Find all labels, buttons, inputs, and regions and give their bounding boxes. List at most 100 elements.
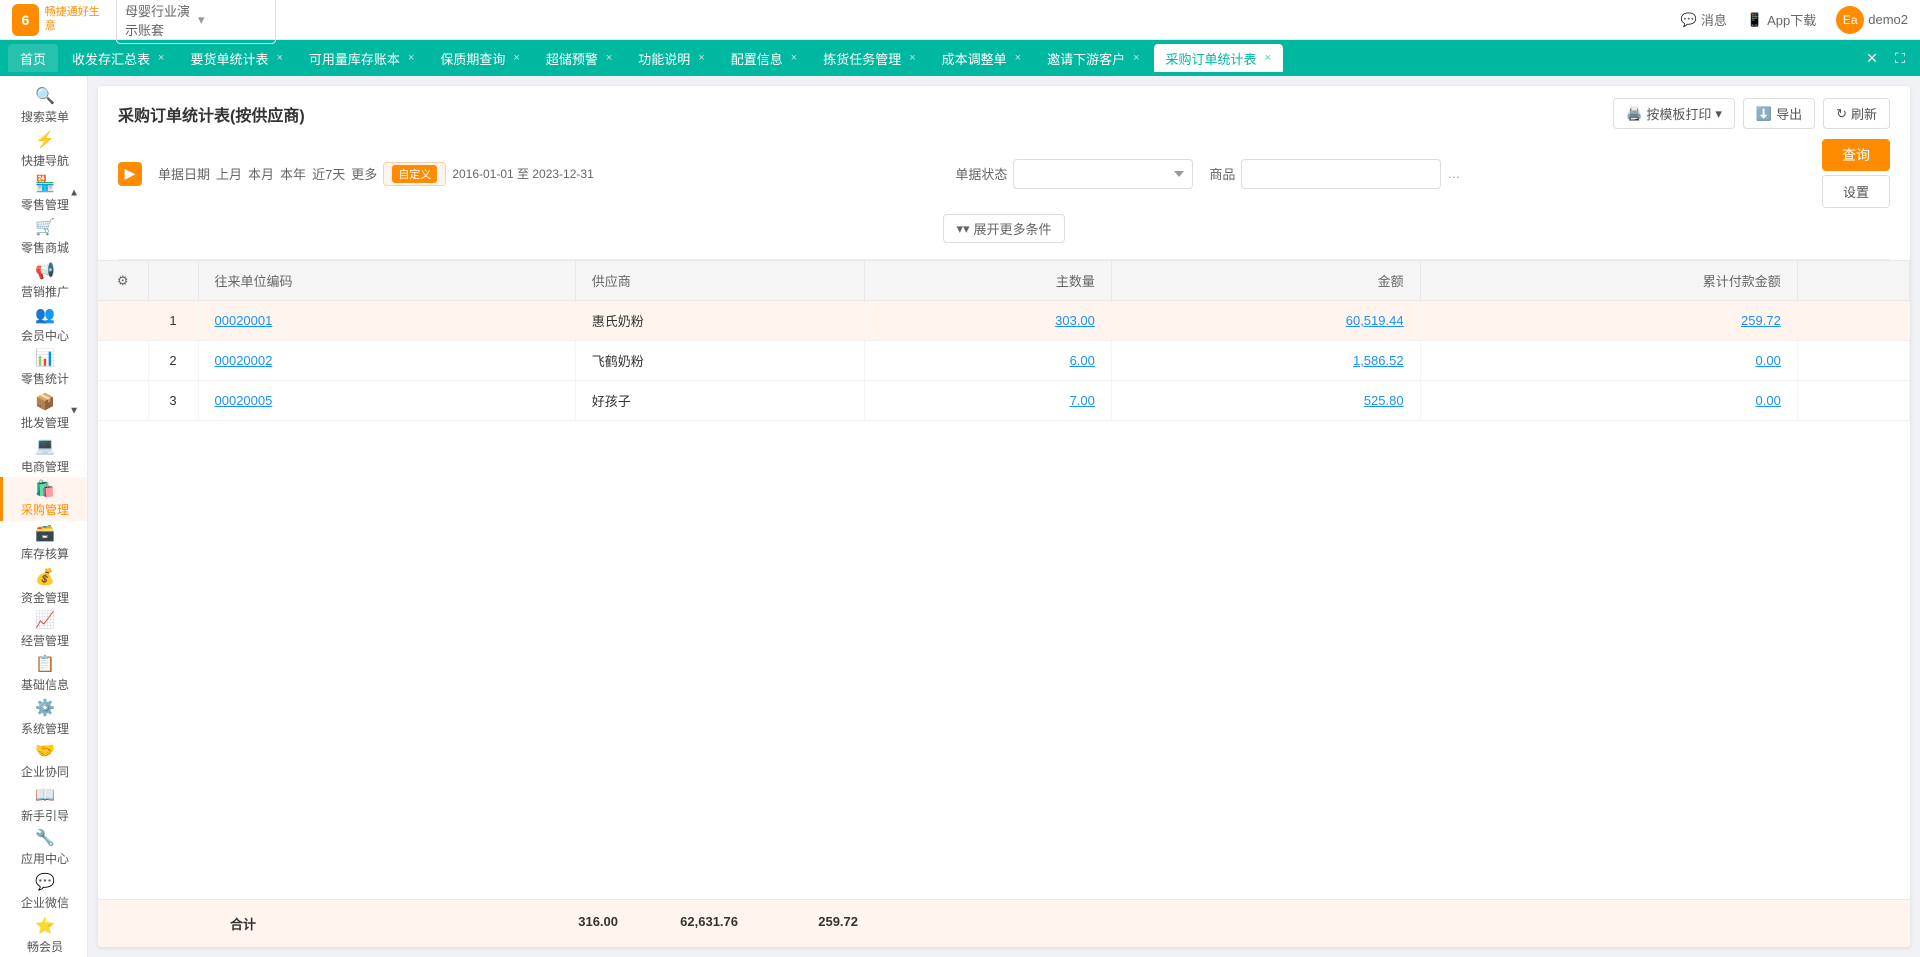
sidebar-item-operations[interactable]: 📈 经营管理 (0, 608, 87, 652)
tab-receive-summary[interactable]: 收发存汇总表 × (60, 44, 176, 72)
maximize-btn[interactable]: ⛶ (1888, 46, 1912, 70)
close-icon[interactable]: × (791, 52, 797, 64)
shortcut-last-month[interactable]: 上月 (216, 164, 242, 183)
export-icon: ⬇️ (1756, 106, 1772, 122)
sidebar-item-wholesale[interactable]: 📦 批发管理 ▼ (0, 390, 87, 434)
tab-invite-downstream[interactable]: 邀请下游客户 × (1035, 44, 1151, 72)
sidebar-item-collaboration[interactable]: 🤝 企业协同 (0, 739, 87, 783)
tab-purchase-stats[interactable]: 采购订单统计表 × (1154, 44, 1283, 72)
close-window-btn[interactable]: ✕ (1860, 46, 1884, 70)
expand-more-row: ▾▾ 展开更多条件 (118, 208, 1890, 249)
message-btn[interactable]: 💬 消息 (1681, 10, 1727, 29)
username-label: demo2 (1868, 12, 1908, 27)
sidebar-item-marketing[interactable]: 📢 营销推广 (0, 259, 87, 303)
row2-paid-link[interactable]: 0.00 (1756, 353, 1781, 368)
tab-config-label: 配置信息 (731, 49, 783, 68)
ellipsis-btn[interactable]: … (1447, 166, 1460, 181)
sidebar-item-ecommerce[interactable]: 💻 电商管理 (0, 433, 87, 477)
row1-amount-link[interactable]: 60,519.44 (1346, 313, 1404, 328)
footer-empty-2 (164, 910, 214, 937)
row2-qty-link[interactable]: 6.00 (1070, 353, 1095, 368)
close-icon[interactable]: × (1265, 52, 1271, 64)
tab-inventory[interactable]: 可用量库存账本 × (297, 44, 426, 72)
app-download-btn[interactable]: 📱 App下载 (1747, 10, 1816, 29)
shortcut-this-year[interactable]: 本年 (280, 164, 306, 183)
row3-paid-link[interactable]: 0.00 (1756, 393, 1781, 408)
row1-paid-link[interactable]: 259.72 (1741, 313, 1781, 328)
goods-input[interactable] (1241, 159, 1441, 189)
tab-cost-adjust[interactable]: 成本调整单 × (930, 44, 1033, 72)
close-icon[interactable]: × (158, 52, 164, 64)
sidebar-label-ecommerce: 电商管理 (21, 458, 69, 475)
tab-config[interactable]: 配置信息 × (719, 44, 809, 72)
shortcut-7days[interactable]: 近7天 (312, 164, 345, 183)
close-icon[interactable]: × (1133, 52, 1139, 64)
sidebar-item-quicknav[interactable]: ⚡ 快捷导航 (0, 128, 87, 172)
sidebar-item-wechat[interactable]: 💬 企业微信 (0, 870, 87, 914)
close-icon[interactable]: × (276, 52, 282, 64)
row3-qty: 7.00 (864, 381, 1111, 421)
chevron-down-icon: ▼ (69, 406, 79, 417)
table-footer: 合计 316.00 62,631.76 259.72 (98, 899, 1910, 947)
row3-amount-link[interactable]: 525.80 (1364, 393, 1404, 408)
vip-icon: ⭐ (35, 916, 55, 936)
row2-code-link[interactable]: 00020002 (215, 353, 273, 368)
sidebar-item-basic-info[interactable]: 📋 基础信息 (0, 652, 87, 696)
tab-help[interactable]: 功能说明 × (626, 44, 716, 72)
sidebar-item-app-center[interactable]: 🔧 应用中心 (0, 826, 87, 870)
ecommerce-icon: 💻 (35, 436, 55, 456)
row3-amount: 525.80 (1111, 381, 1420, 421)
sidebar-item-inventory[interactable]: 🗃️ 库存核算 (0, 521, 87, 565)
row3-qty-link[interactable]: 7.00 (1070, 393, 1095, 408)
app-logo: 6 (12, 4, 39, 36)
sidebar-item-retail[interactable]: 🏪 零售管理 ▲ (0, 171, 87, 215)
tab-overstock[interactable]: 超储预警 × (534, 44, 624, 72)
close-icon[interactable]: × (513, 52, 519, 64)
close-icon[interactable]: × (698, 52, 704, 64)
tab-home[interactable]: 首页 (8, 44, 58, 72)
sidebar-item-finance[interactable]: 💰 资金管理 (0, 564, 87, 608)
gear-icon[interactable]: ⚙ (117, 273, 129, 288)
sidebar-label-vip: 畅会员 (27, 938, 63, 955)
tab-pick-task-label: 拣货任务管理 (823, 49, 901, 68)
row1-qty-link[interactable]: 303.00 (1055, 313, 1095, 328)
tab-expiry[interactable]: 保质期查询 × (428, 44, 531, 72)
refresh-btn[interactable]: ↻ 刷新 (1823, 98, 1890, 129)
expand-icon: ▾▾ (956, 221, 969, 237)
sidebar-item-member[interactable]: 👥 会员中心 (0, 302, 87, 346)
row1-code-link[interactable]: 00020001 (215, 313, 273, 328)
sidebar-label-retail: 零售管理 (21, 196, 69, 213)
date-range-tag: 自定义 (383, 162, 446, 186)
close-icon[interactable]: × (1015, 52, 1021, 64)
expand-more-btn[interactable]: ▾▾ 展开更多条件 (943, 214, 1064, 243)
sidebar-item-system[interactable]: ⚙️ 系统管理 (0, 695, 87, 739)
status-select[interactable] (1013, 159, 1193, 189)
setting-btn[interactable]: 设置 (1822, 175, 1890, 208)
shortcut-this-month[interactable]: 本月 (248, 164, 274, 183)
close-icon[interactable]: × (909, 52, 915, 64)
query-btn[interactable]: 查询 (1822, 139, 1890, 171)
sidebar-item-purchase[interactable]: 🛍️ 采购管理 (0, 477, 87, 521)
user-area[interactable]: Ea demo2 (1836, 6, 1908, 34)
sidebar-label-finance: 资金管理 (21, 589, 69, 606)
print-btn[interactable]: 🖨️ 按模板打印 ▾ (1613, 98, 1735, 129)
filter-toggle-btn[interactable]: ▶ (118, 162, 142, 186)
close-icon[interactable]: × (606, 52, 612, 64)
tab-order-stats[interactable]: 要货单统计表 × (178, 44, 294, 72)
tab-pick-task[interactable]: 拣货任务管理 × (811, 44, 927, 72)
sidebar-item-retail-shop[interactable]: 🛒 零售商城 (0, 215, 87, 259)
row2-extra (1797, 341, 1909, 381)
close-icon[interactable]: × (408, 52, 414, 64)
row2-amount-link[interactable]: 1,586.52 (1353, 353, 1404, 368)
table-row: 2 00020002 飞鹤奶粉 6.00 1,586.52 (98, 341, 1910, 381)
sidebar-item-retail-stats[interactable]: 📊 零售统计 (0, 346, 87, 390)
sidebar-item-search[interactable]: 🔍 搜索菜单 (0, 84, 87, 128)
col-extra (1797, 261, 1909, 301)
export-btn[interactable]: ⬇️ 导出 (1743, 98, 1815, 129)
goods-label: 商品 (1209, 164, 1235, 183)
shortcut-more[interactable]: 更多 (351, 164, 377, 183)
sidebar-item-guide[interactable]: 📖 新手引导 (0, 783, 87, 827)
industry-selector[interactable]: 母婴行业演示账套 ▾ (116, 0, 276, 44)
row3-code-link[interactable]: 00020005 (215, 393, 273, 408)
sidebar-item-vip[interactable]: ⭐ 畅会员 (0, 913, 87, 957)
